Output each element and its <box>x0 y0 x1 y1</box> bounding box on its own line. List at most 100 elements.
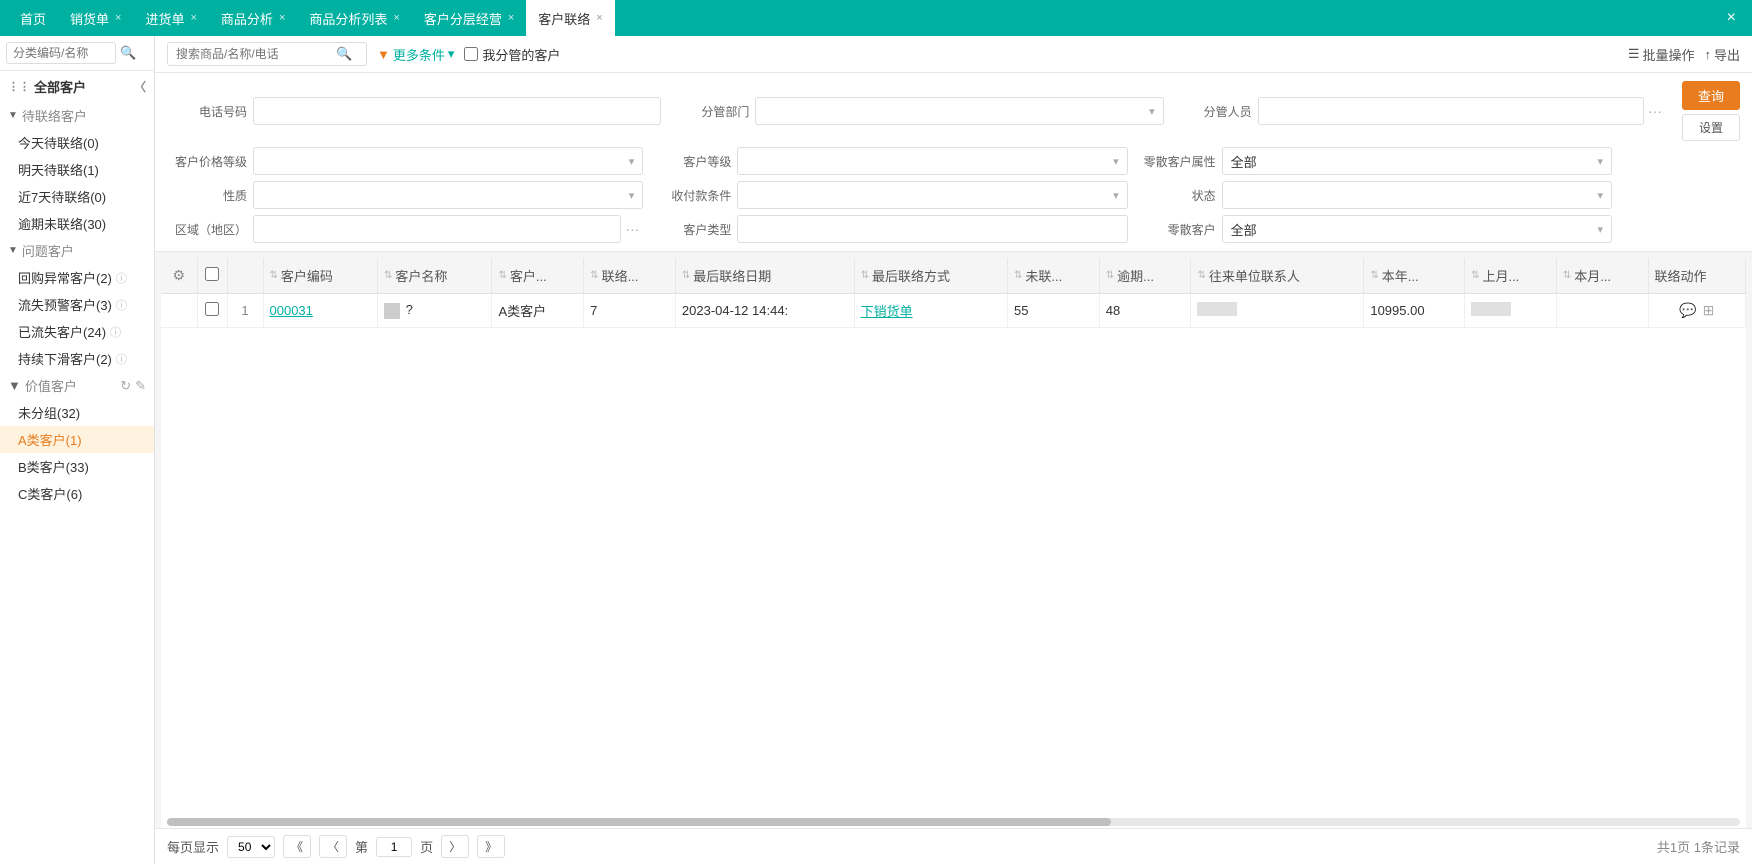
filter-select-retail-attr[interactable]: 全部 ▾ <box>1222 147 1612 175</box>
filter-input-manager[interactable] <box>1258 97 1644 125</box>
more-filter-btn[interactable]: ▼ 更多条件 ▾ <box>377 45 454 64</box>
filter-input-region[interactable] <box>253 215 621 243</box>
sidebar-item-repurchase-abnormal[interactable]: 回购异常客户(2) ⓘ <box>0 264 154 291</box>
col-num <box>227 258 263 294</box>
sidebar-group-value[interactable]: ▼ 价值客户 ↻ ✎ <box>0 372 154 399</box>
filter-select-price-grade[interactable]: ▾ <box>253 147 643 175</box>
export-button[interactable]: ↑ 导出 <box>1704 45 1740 64</box>
window-close-icon[interactable]: × <box>1719 9 1744 27</box>
col-type[interactable]: ⇅ 客户... <box>492 258 584 294</box>
refresh-icon[interactable]: ↻ <box>120 378 131 394</box>
close-customersegment-icon[interactable]: × <box>508 12 514 24</box>
close-salesorder-icon[interactable]: × <box>115 12 121 24</box>
sidebar-item-class-c[interactable]: C类客户(6) <box>0 480 154 507</box>
last-month-placeholder <box>1471 302 1511 316</box>
select-all-checkbox[interactable] <box>205 267 219 281</box>
sidebar-item-class-a[interactable]: A类客户(1) <box>0 426 154 453</box>
sidebar-item-ungroup[interactable]: 未分组(32) <box>0 399 154 426</box>
sidebar-item-7days[interactable]: 近7天待联络(0) <box>0 183 154 210</box>
sidebar-item-tomorrow[interactable]: 明天待联络(1) <box>0 156 154 183</box>
query-button[interactable]: 查询 <box>1682 81 1740 110</box>
chat-action-icon[interactable]: 💬 <box>1679 302 1696 319</box>
sidebar-item-class-b[interactable]: B类客户(33) <box>0 453 154 480</box>
filter-label-price-grade: 客户价格等级 <box>167 153 247 170</box>
sidebar-item-lost[interactable]: 已流失客户(24) ⓘ <box>0 318 154 345</box>
qr-action-icon[interactable]: ⊞ <box>1703 302 1715 319</box>
filter-select-nature[interactable]: ▾ <box>253 181 643 209</box>
close-productanalysislist-icon[interactable]: × <box>393 12 399 24</box>
page-size-select[interactable]: 50 <box>227 836 275 858</box>
col-last-date[interactable]: ⇅ 最后联络日期 <box>675 258 854 294</box>
page-number-input[interactable] <box>376 837 412 857</box>
batch-op-button[interactable]: ☰ 批量操作 <box>1628 45 1695 64</box>
nav-item-purchaseorder[interactable]: 进货单 × <box>133 0 208 36</box>
filter-search-input[interactable] <box>176 47 336 61</box>
filter-input-phone[interactable] <box>253 97 661 125</box>
sidebar-search-icon[interactable]: 🔍 <box>120 45 136 61</box>
sidebar-item-overdue[interactable]: 逾期未联络(30) <box>0 210 154 237</box>
filter-dots-manager-icon[interactable]: ··· <box>1644 103 1666 119</box>
col-contact[interactable]: ⇅ 联络... <box>584 258 676 294</box>
filter-select-customer-grade[interactable]: ▾ <box>737 147 1127 175</box>
col-this-month[interactable]: ⇅ 本月... <box>1556 258 1648 294</box>
row-num-cell: 1 <box>227 294 263 328</box>
filter-select-status[interactable]: ▾ <box>1222 181 1612 209</box>
sort-icon-thismonth: ⇅ <box>1563 270 1571 281</box>
filter-bar: 🔍 ▼ 更多条件 ▾ 我分管的客户 ☰ 批量操作 ↑ 导出 <box>155 36 1752 73</box>
nav-item-salesorder[interactable]: 销货单 × <box>58 0 133 36</box>
nav-home[interactable]: 首页 <box>8 0 58 36</box>
last-method-link[interactable]: 下销货单 <box>861 304 913 319</box>
filter-label-manager: 分管人员 <box>1172 103 1252 120</box>
sidebar: 🔍 ⋮⋮ 全部客户 〈 ▼ 待联络客户 今天待联络(0) 明天待联络(1) 近7… <box>0 36 155 864</box>
filter-dots-region-icon[interactable]: ··· <box>621 221 643 237</box>
close-productanalysis-icon[interactable]: × <box>279 12 285 24</box>
col-this-year[interactable]: ⇅ 本年... <box>1364 258 1465 294</box>
table-settings-icon[interactable]: ⚙ <box>172 267 185 283</box>
settings-button[interactable]: 设置 <box>1682 114 1740 141</box>
nav-item-productanalysis[interactable]: 商品分析 × <box>209 0 297 36</box>
nav-item-customersegment[interactable]: 客户分层经营 × <box>412 0 526 36</box>
col-last-method[interactable]: ⇅ 最后联络方式 <box>854 258 1007 294</box>
sidebar-search-input[interactable] <box>6 42 116 64</box>
horizontal-scrollbar[interactable] <box>161 816 1746 828</box>
prev-page-button[interactable]: 〈 <box>319 835 347 858</box>
col-code[interactable]: ⇅ 客户编码 <box>263 258 377 294</box>
nav-item-productanalysislist[interactable]: 商品分析列表 × <box>297 0 411 36</box>
sidebar-group-problem[interactable]: ▼ 问题客户 <box>0 237 154 264</box>
sidebar-collapse-icon[interactable]: 〈 <box>134 78 146 95</box>
sidebar-group-pending[interactable]: ▼ 待联络客户 <box>0 102 154 129</box>
row-contact-cell: 7 <box>584 294 676 328</box>
filter-field-phone: 电话号码 <box>167 97 661 125</box>
close-customercontact-icon[interactable]: × <box>596 12 602 24</box>
sidebar-all-customers[interactable]: ⋮⋮ 全部客户 〈 <box>0 71 154 102</box>
filter-select-payment[interactable]: ▾ <box>737 181 1127 209</box>
edit-icon[interactable]: ✎ <box>135 378 146 394</box>
nav-item-customercontact[interactable]: 客户联络 × <box>526 0 614 36</box>
next-page-button[interactable]: 〉 <box>441 835 469 858</box>
row-overdue-cell: 48 <box>1099 294 1191 328</box>
col-unit-contact[interactable]: ⇅ 往来单位联系人 <box>1191 258 1364 294</box>
sidebar-item-declining[interactable]: 持续下滑客户(2) ⓘ <box>0 345 154 372</box>
filter-select-dept[interactable]: ▾ <box>755 97 1163 125</box>
filter-select-retail-customer[interactable]: 全部 ▾ <box>1222 215 1612 243</box>
table-header-row: ⚙ ⇅ 客户编码 <box>161 258 1746 294</box>
scrollbar-thumb[interactable] <box>167 818 1111 826</box>
last-page-button[interactable]: 》 <box>477 835 505 858</box>
filter-label-region: 区域（地区） <box>167 221 247 238</box>
my-customer-checkbox-label[interactable]: 我分管的客户 <box>464 45 560 64</box>
sidebar-item-lost-warning[interactable]: 流失预警客户(3) ⓘ <box>0 291 154 318</box>
filter-search-icon[interactable]: 🔍 <box>336 46 352 62</box>
col-overdue[interactable]: ⇅ 逾期... <box>1099 258 1191 294</box>
my-customer-checkbox[interactable] <box>464 47 478 61</box>
first-page-button[interactable]: 《 <box>283 835 311 858</box>
close-purchaseorder-icon[interactable]: × <box>190 12 196 24</box>
scrollbar-track <box>167 818 1740 826</box>
col-no-contact[interactable]: ⇅ 未联... <box>1007 258 1099 294</box>
sidebar-item-today[interactable]: 今天待联络(0) <box>0 129 154 156</box>
sort-icon-overdue: ⇅ <box>1106 270 1114 281</box>
row-checkbox[interactable] <box>205 302 219 316</box>
col-name[interactable]: ⇅ 客户名称 <box>377 258 491 294</box>
customer-code-link[interactable]: 000031 <box>270 303 313 318</box>
col-last-month[interactable]: ⇅ 上月... <box>1465 258 1557 294</box>
filter-input-customer-type[interactable] <box>737 215 1127 243</box>
